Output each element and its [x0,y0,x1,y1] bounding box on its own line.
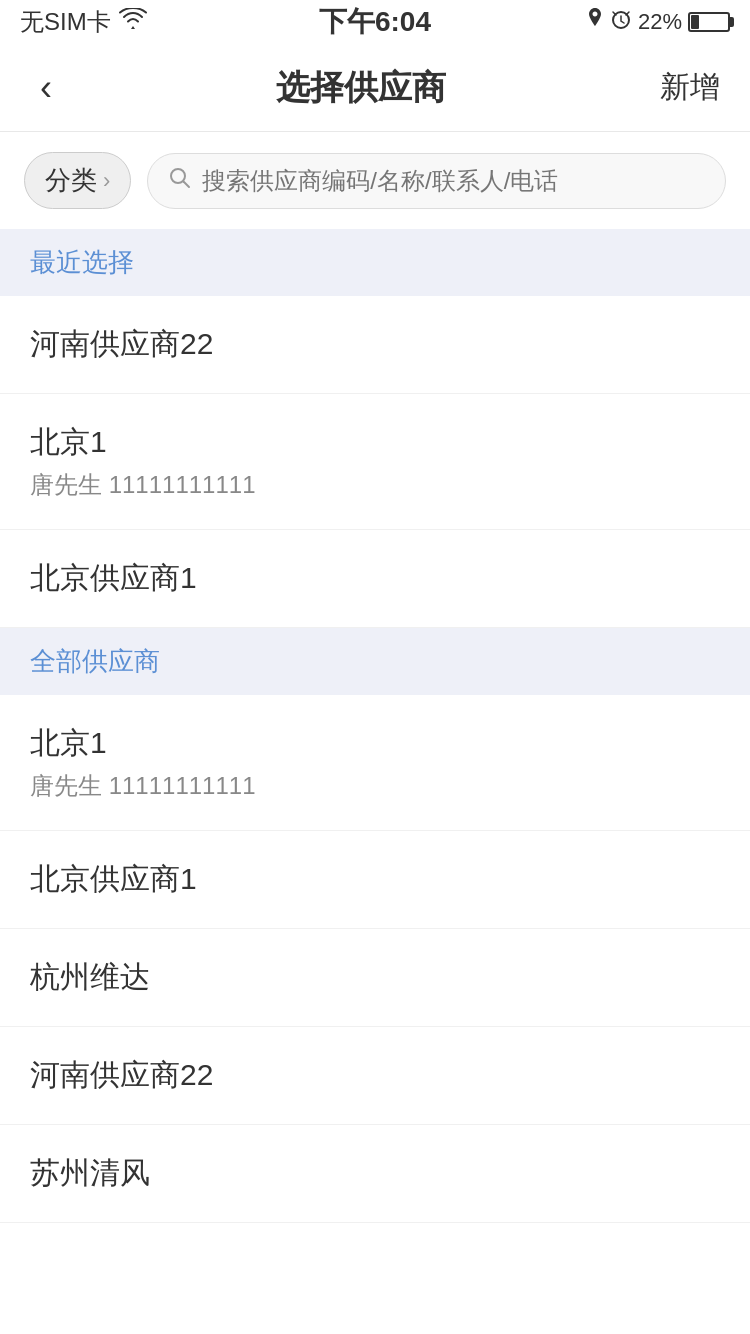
item-name: 北京1 [30,723,720,764]
status-left: 无SIM卡 [20,6,147,38]
search-box [147,153,726,209]
wifi-icon [119,8,147,36]
status-time: 下午6:04 [319,3,431,41]
chevron-right-icon: › [103,168,110,194]
status-bar: 无SIM卡 下午6:04 22% [0,0,750,44]
list-item[interactable]: 北京1 唐先生 11111111111 [0,695,750,831]
item-name: 苏州清风 [30,1153,720,1194]
list-item[interactable]: 北京供应商1 [0,831,750,929]
all-section-label: 全部供应商 [30,646,160,676]
list-item[interactable]: 苏州清风 [0,1125,750,1223]
item-name: 河南供应商22 [30,1055,720,1096]
recent-list: 河南供应商22 北京1 唐先生 11111111111 北京供应商1 [0,296,750,628]
all-section-header: 全部供应商 [0,628,750,695]
carrier-text: 无SIM卡 [20,6,111,38]
category-button[interactable]: 分类 › [24,152,131,209]
item-name: 北京1 [30,422,720,463]
item-name: 北京供应商1 [30,558,720,599]
search-input[interactable] [202,167,705,195]
list-item[interactable]: 北京供应商1 [0,530,750,628]
recent-section-label: 最近选择 [30,247,134,277]
list-item[interactable]: 杭州维达 [0,929,750,1027]
page-title: 选择供应商 [276,65,446,111]
battery-percentage: 22% [638,9,682,35]
recent-section-header: 最近选择 [0,229,750,296]
alarm-icon [610,8,632,36]
all-list: 北京1 唐先生 11111111111 北京供应商1 杭州维达河南供应商22 苏州清风 [0,695,750,1223]
back-button[interactable]: ‹ [30,57,62,119]
list-item[interactable]: 河南供应商22 [0,296,750,394]
item-sub: 唐先生 11111111111 [30,469,720,501]
item-name: 河南供应商22 [30,324,720,365]
status-right: 22% [586,8,730,36]
item-name: 杭州维达 [30,957,720,998]
add-button[interactable]: 新增 [660,67,720,108]
category-label: 分类 [45,163,97,198]
filter-bar: 分类 › [0,132,750,229]
location-icon [586,8,604,36]
item-name: 北京供应商1 [30,859,720,900]
search-icon [168,166,192,196]
battery-icon [688,12,730,32]
nav-bar: ‹ 选择供应商 新增 [0,44,750,132]
list-item[interactable]: 北京1 唐先生 11111111111 [0,394,750,530]
item-sub: 唐先生 11111111111 [30,770,720,802]
list-item[interactable]: 河南供应商22 [0,1027,750,1125]
